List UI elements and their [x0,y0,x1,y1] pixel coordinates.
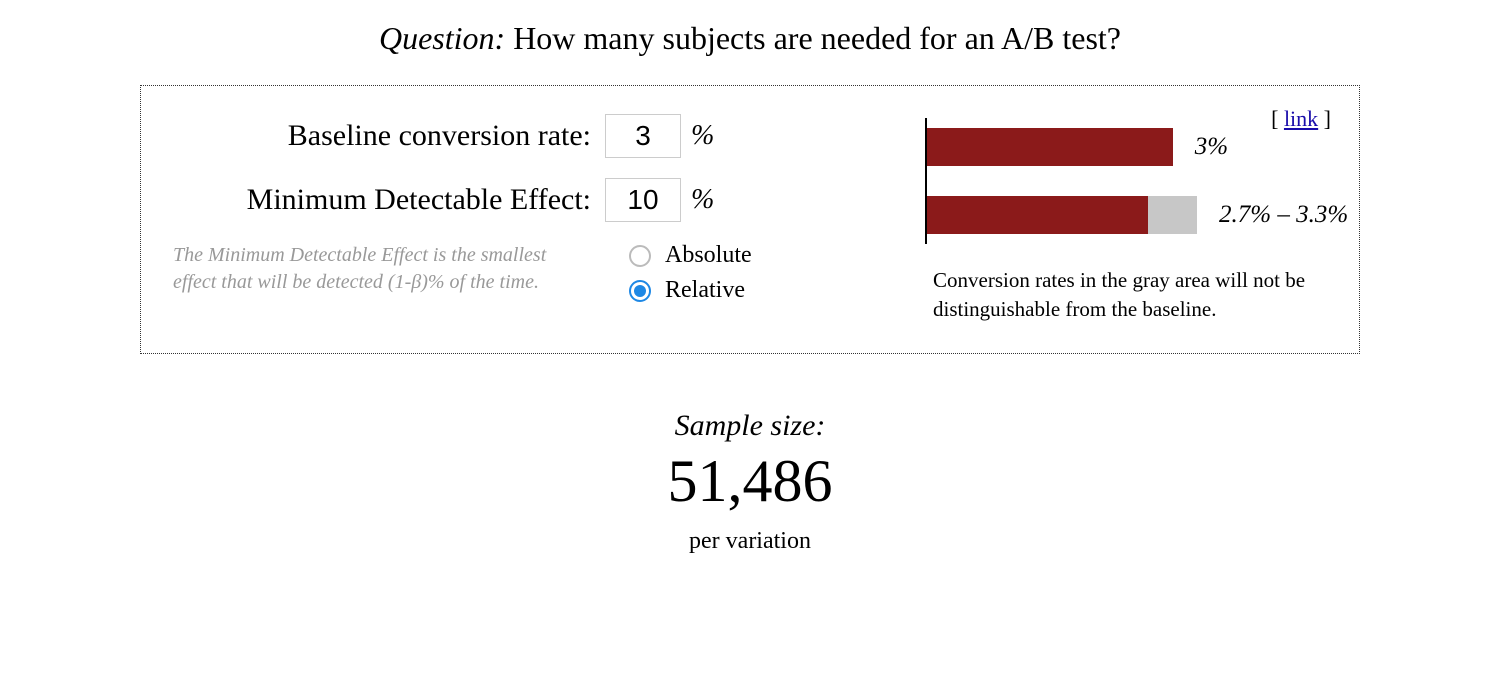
mde-input[interactable] [605,178,681,222]
result-block: Sample size: 51,486 per variation [140,409,1360,555]
bar-fill [927,128,1173,166]
bar-gray [1148,196,1197,234]
right-column: 3% 2.7% – 3.3% Conversion rates in the g… [925,114,1348,325]
left-column: Baseline conversion rate: % Minimum Dete… [173,114,893,325]
mde-row: Minimum Detectable Effect: % [173,178,893,222]
mode-radio-relative[interactable]: Relative [629,277,752,304]
mode-radio-group: Absolute Relative [593,242,752,312]
bar-row-baseline: 3% [927,126,1348,168]
result-value: 51,486 [140,447,1360,516]
question-prefix: Question: [379,20,505,56]
bar-row-range: 2.7% – 3.3% [927,194,1348,236]
bar-baseline-label: 3% [1195,133,1228,161]
mode-radio-relative-label: Relative [665,277,745,304]
mde-help-text: The Minimum Detectable Effect is the sma… [173,242,593,312]
input-panel: [ link ] Baseline conversion rate: % Min… [140,85,1360,354]
baseline-row: Baseline conversion rate: % [173,114,893,158]
bar-range-label: 2.7% – 3.3% [1219,201,1348,229]
mde-label: Minimum Detectable Effect: [173,183,605,217]
mde-unit: % [691,184,714,216]
result-sub: per variation [140,528,1360,555]
bar-fill [927,196,1148,234]
bar-baseline [927,128,1173,166]
question-text: How many subjects are needed for an A/B … [513,20,1121,56]
result-label: Sample size: [140,409,1360,443]
mode-radio-absolute-label: Absolute [665,242,752,269]
chart-caption: Conversion rates in the gray area will n… [925,266,1345,325]
baseline-unit: % [691,120,714,152]
baseline-label: Baseline conversion rate: [173,119,605,153]
baseline-input[interactable] [605,114,681,158]
page-question: Question: How many subjects are needed f… [140,20,1360,57]
bars-chart: 3% 2.7% – 3.3% [925,118,1348,244]
radio-icon [629,280,651,302]
mode-radio-absolute[interactable]: Absolute [629,242,752,269]
bar-range [927,196,1197,234]
radio-icon [629,245,651,267]
